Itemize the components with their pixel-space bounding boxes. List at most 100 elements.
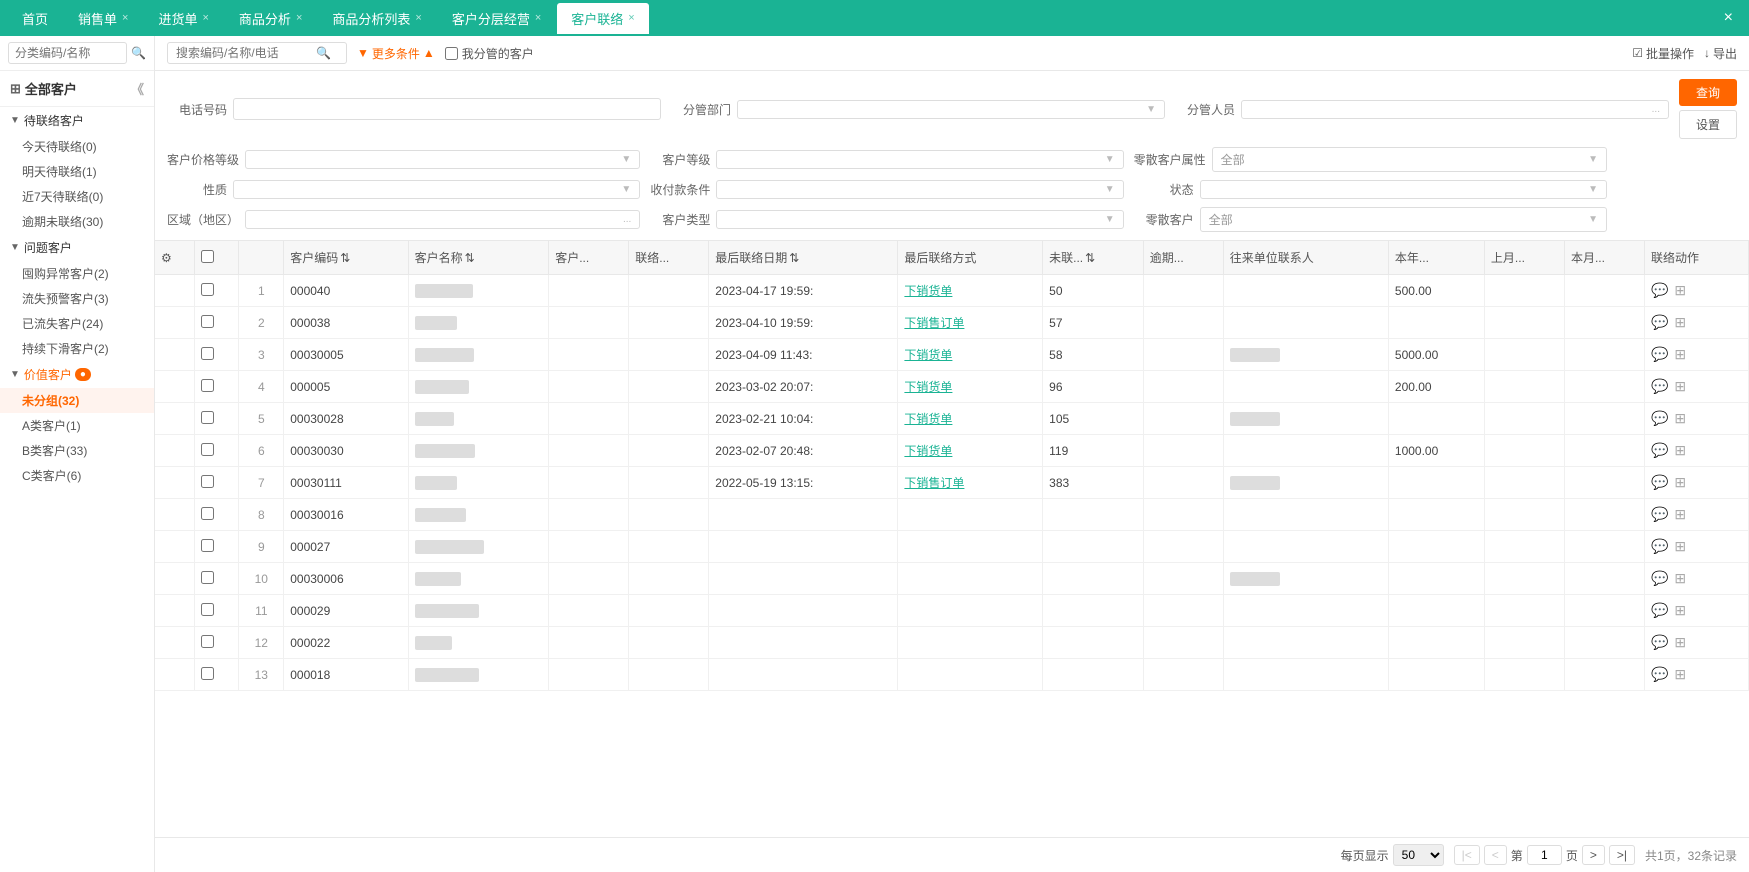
nature-select[interactable]: ▼	[233, 180, 640, 199]
chat-icon[interactable]: 💬	[1651, 346, 1668, 363]
contact-method-link[interactable]: 下销售订单	[904, 476, 964, 490]
row-checkbox[interactable]	[201, 379, 214, 392]
first-page-btn[interactable]: |<	[1454, 845, 1480, 865]
sidebar-item-churn-warn[interactable]: 流失预警客户(3)	[0, 286, 154, 311]
close-product-analysis-list-tab[interactable]: ×	[415, 12, 421, 24]
sidebar-all-customers[interactable]: ⊞ 全部客户 《	[0, 71, 154, 107]
main-search-input[interactable]	[176, 46, 316, 60]
payment-select[interactable]: ▼	[716, 180, 1123, 199]
col-last-contact-date[interactable]: 最后联络日期⇅	[709, 241, 898, 275]
select-all-checkbox[interactable]	[201, 250, 214, 263]
chat-icon[interactable]: 💬	[1651, 538, 1668, 555]
row-checkbox[interactable]	[201, 475, 214, 488]
close-all-tabs[interactable]: ×	[1716, 9, 1741, 27]
query-btn[interactable]: 查询	[1679, 79, 1737, 106]
contact-method-link[interactable]: 下销货单	[904, 348, 952, 362]
phone-input[interactable]	[233, 98, 661, 120]
retail-customer-select[interactable]: 全部 ▼	[1200, 207, 1607, 232]
grid-action-icon[interactable]: ⊞	[1674, 506, 1686, 523]
grid-action-icon[interactable]: ⊞	[1674, 314, 1686, 331]
close-customer-tier-tab[interactable]: ×	[535, 12, 541, 24]
col-not-contacted[interactable]: 未联...⇅	[1043, 241, 1144, 275]
close-sales-tab[interactable]: ×	[122, 12, 128, 24]
tab-customer-contact[interactable]: 客户联络 ×	[557, 3, 648, 34]
sidebar-item-overdue-pending[interactable]: 逾期未联络(30)	[0, 209, 154, 234]
reset-btn[interactable]: 设置	[1679, 110, 1737, 139]
tab-product-analysis-list[interactable]: 商品分析列表 ×	[318, 3, 435, 34]
tab-product-analysis[interactable]: 商品分析 ×	[225, 3, 316, 34]
sidebar-item-7days-pending[interactable]: 近7天待联络(0)	[0, 184, 154, 209]
row-checkbox[interactable]	[201, 571, 214, 584]
sidebar-item-class-c[interactable]: C类客户(6)	[0, 463, 154, 488]
grid-action-icon[interactable]: ⊞	[1674, 538, 1686, 555]
sidebar-group-problem[interactable]: ▼ 问题客户	[0, 234, 154, 261]
batch-operation-btn[interactable]: ☑ 批量操作	[1632, 45, 1694, 62]
row-checkbox[interactable]	[201, 443, 214, 456]
tab-home[interactable]: 首页	[8, 3, 62, 34]
grid-action-icon[interactable]: ⊞	[1674, 346, 1686, 363]
chat-icon[interactable]: 💬	[1651, 442, 1668, 459]
row-checkbox[interactable]	[201, 667, 214, 680]
row-checkbox[interactable]	[201, 635, 214, 648]
sidebar-item-class-a[interactable]: A类客户(1)	[0, 413, 154, 438]
chat-icon[interactable]: 💬	[1651, 282, 1668, 299]
more-filter-btn[interactable]: ▼ 更多条件 ▲	[357, 45, 435, 62]
grid-action-icon[interactable]: ⊞	[1674, 474, 1686, 491]
grid-action-icon[interactable]: ⊞	[1674, 410, 1686, 427]
sidebar-search-input[interactable]	[8, 42, 127, 64]
last-page-btn[interactable]: >|	[1609, 845, 1635, 865]
sidebar-group-value[interactable]: ▼ 价值客户 ●	[0, 361, 154, 388]
chat-icon[interactable]: 💬	[1651, 506, 1668, 523]
sidebar-item-declining[interactable]: 持续下滑客户(2)	[0, 336, 154, 361]
page-input[interactable]	[1527, 845, 1562, 865]
contact-method-link[interactable]: 下销售订单	[904, 316, 964, 330]
contact-method-link[interactable]: 下销货单	[904, 412, 952, 426]
grid-action-icon[interactable]: ⊞	[1674, 282, 1686, 299]
close-purchase-tab[interactable]: ×	[202, 12, 208, 24]
retail-attr-select[interactable]: 全部 ▼	[1212, 147, 1607, 172]
chat-icon[interactable]: 💬	[1651, 634, 1668, 651]
chat-icon[interactable]: 💬	[1651, 570, 1668, 587]
chat-icon[interactable]: 💬	[1651, 410, 1668, 427]
tab-purchase[interactable]: 进货单 ×	[144, 3, 222, 34]
contact-method-link[interactable]: 下销货单	[904, 380, 952, 394]
row-checkbox[interactable]	[201, 347, 214, 360]
sidebar-item-today-pending[interactable]: 今天待联络(0)	[0, 134, 154, 159]
row-checkbox[interactable]	[201, 411, 214, 424]
row-checkbox[interactable]	[201, 603, 214, 616]
row-checkbox[interactable]	[201, 283, 214, 296]
next-page-btn[interactable]: >	[1582, 845, 1605, 865]
row-checkbox[interactable]	[201, 315, 214, 328]
manager-select[interactable]: ...	[1241, 100, 1669, 119]
my-customer-checkbox[interactable]	[445, 47, 458, 60]
grid-action-icon[interactable]: ⊞	[1674, 378, 1686, 395]
col-name[interactable]: 客户名称⇅	[408, 241, 549, 275]
customer-type-select[interactable]: ▼	[716, 210, 1123, 229]
sidebar-item-tomorrow-pending[interactable]: 明天待联络(1)	[0, 159, 154, 184]
grid-action-icon[interactable]: ⊞	[1674, 442, 1686, 459]
grid-action-icon[interactable]: ⊞	[1674, 602, 1686, 619]
tab-customer-tier[interactable]: 客户分层经营 ×	[438, 3, 555, 34]
row-checkbox[interactable]	[201, 507, 214, 520]
chat-icon[interactable]: 💬	[1651, 378, 1668, 395]
sidebar-item-class-b[interactable]: B类客户(33)	[0, 438, 154, 463]
status-select[interactable]: ▼	[1200, 180, 1607, 199]
customer-level-select[interactable]: ▼	[716, 150, 1123, 169]
chat-icon[interactable]: 💬	[1651, 474, 1668, 491]
sidebar-item-ungroup[interactable]: 未分组(32)	[0, 388, 154, 413]
tab-sales[interactable]: 销售单 ×	[64, 3, 142, 34]
search-box-icon[interactable]: 🔍	[316, 46, 331, 60]
sidebar-item-lost[interactable]: 已流失客户(24)	[0, 311, 154, 336]
dept-select[interactable]: ▼	[737, 100, 1165, 119]
chat-icon[interactable]: 💬	[1651, 314, 1668, 331]
col-settings[interactable]: ⚙	[155, 241, 195, 275]
col-code[interactable]: 客户编码⇅	[284, 241, 408, 275]
export-btn[interactable]: ↓ 导出	[1704, 45, 1737, 62]
region-select[interactable]: ...	[245, 210, 640, 229]
row-checkbox[interactable]	[201, 539, 214, 552]
chat-icon[interactable]: 💬	[1651, 602, 1668, 619]
close-product-analysis-tab[interactable]: ×	[296, 12, 302, 24]
grid-action-icon[interactable]: ⊞	[1674, 570, 1686, 587]
grid-action-icon[interactable]: ⊞	[1674, 666, 1686, 683]
page-size-select[interactable]: 50 100	[1393, 844, 1444, 866]
